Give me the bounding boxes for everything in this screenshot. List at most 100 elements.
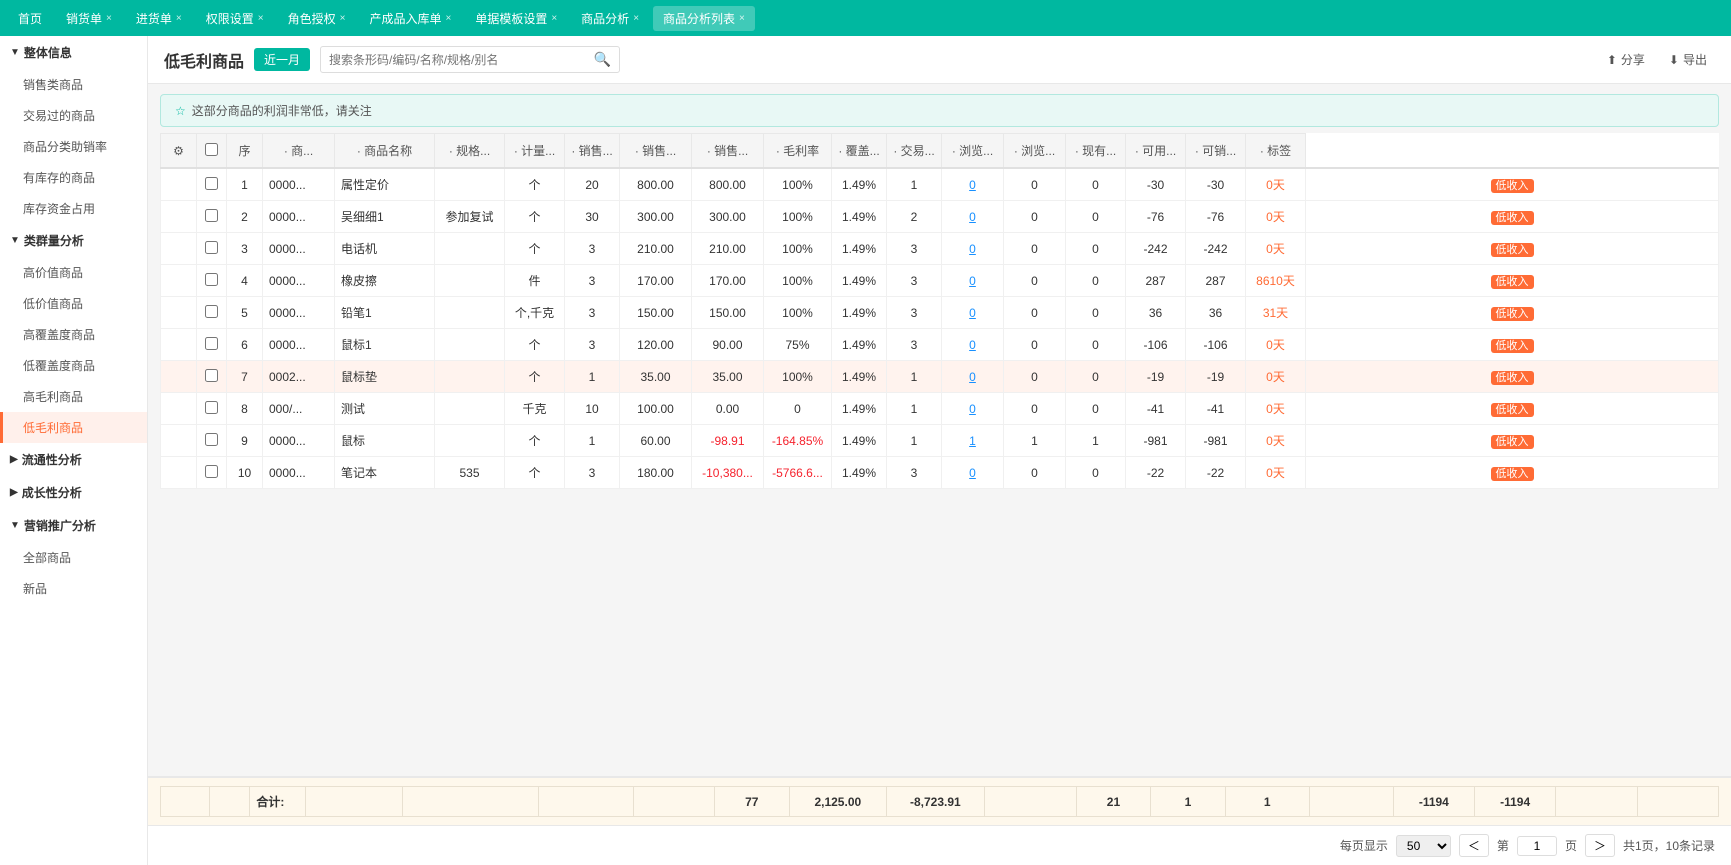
sidebar-item-high-coverage[interactable]: 高覆盖度商品 [0,319,147,350]
row-check-9[interactable] [197,457,227,489]
row-checkbox-5[interactable] [205,337,218,350]
row-checkbox-3[interactable] [205,273,218,286]
nav-product-analysis-list-close[interactable]: × [739,13,745,24]
row-settings-7 [161,393,197,425]
totals-spacer9 [1556,787,1637,817]
col-stock3[interactable]: · 可销... [1186,134,1246,169]
col-price1[interactable]: · 销售... [620,134,692,169]
col-qty[interactable]: · 销售... [565,134,620,169]
col-unit[interactable]: · 计量... [505,134,565,169]
col-price2[interactable]: · 销售... [692,134,764,169]
row-checkbox-7[interactable] [205,401,218,414]
nav-sales-close[interactable]: × [106,13,112,24]
row-check-0[interactable] [197,168,227,201]
sidebar-item-inventory-funds[interactable]: 库存资金占用 [0,193,147,224]
row-checkbox-0[interactable] [205,177,218,190]
row-trade-4[interactable]: 0 [942,297,1004,329]
page-input[interactable] [1517,836,1557,856]
col-trade[interactable]: · 交易... [887,134,942,169]
sidebar-item-in-stock[interactable]: 有库存的商品 [0,162,147,193]
next-page-button[interactable]: ＞ [1585,834,1615,857]
nav-permissions[interactable]: 权限设置 × [196,6,274,31]
nav-purchase-close[interactable]: × [176,13,182,24]
row-check-8[interactable] [197,425,227,457]
row-trade-3[interactable]: 0 [942,265,1004,297]
col-spec[interactable]: · 规格... [435,134,505,169]
row-check-1[interactable] [197,201,227,233]
col-name[interactable]: · 商品名称 [335,134,435,169]
search-input[interactable] [329,53,590,67]
sidebar-item-high-value[interactable]: 高价值商品 [0,257,147,288]
sidebar-item-low-value[interactable]: 低价值商品 [0,288,147,319]
nav-roles-close[interactable]: × [340,13,346,24]
row-check-5[interactable] [197,329,227,361]
table-container[interactable]: ⚙ 序 · 商... · 商品名称 · 规格... · 计量... · 销售..… [148,133,1731,776]
table-row: 5 0000... 铅笔1 个,千克 3 150.00 150.00 100% … [161,297,1719,329]
row-trade-9[interactable]: 0 [942,457,1004,489]
col-cover[interactable]: · 覆盖... [832,134,887,169]
col-browse2[interactable]: · 浏览... [1004,134,1066,169]
row-trade-1[interactable]: 0 [942,201,1004,233]
row-trade-7[interactable]: 0 [942,393,1004,425]
export-button[interactable]: ⬇ 导出 [1661,47,1715,72]
sidebar-item-low-coverage[interactable]: 低覆盖度商品 [0,350,147,381]
date-filter-button[interactable]: 近一月 [254,48,310,71]
page-size-select[interactable]: 50 100 200 [1396,835,1451,857]
row-check-4[interactable] [197,297,227,329]
sidebar-item-new-products[interactable]: 新品 [0,573,147,604]
row-trade-6[interactable]: 0 [942,361,1004,393]
col-code[interactable]: · 商... [263,134,335,169]
row-trade-2[interactable]: 0 [942,233,1004,265]
row-days-3: 8610天 [1246,265,1306,297]
sidebar-item-low-margin[interactable]: 低毛利商品 [0,412,147,443]
row-check-7[interactable] [197,393,227,425]
row-check-6[interactable] [197,361,227,393]
nav-product-entry-close[interactable]: × [445,13,451,24]
nav-product-entry[interactable]: 产成品入库单 × [359,6,461,31]
sidebar-group-general[interactable]: ▼ 整体信息 [0,36,147,69]
col-browse1[interactable]: · 浏览... [942,134,1004,169]
sidebar-group-flow[interactable]: ▶ 流通性分析 [0,443,147,476]
sidebar-item-sales-products[interactable]: 销售类商品 [0,69,147,100]
sidebar-group-growth[interactable]: ▶ 成长性分析 [0,476,147,509]
col-check-all[interactable] [197,134,227,169]
col-settings[interactable]: ⚙ [161,134,197,169]
nav-template-close[interactable]: × [551,13,557,24]
row-checkbox-4[interactable] [205,305,218,318]
row-checkbox-9[interactable] [205,465,218,478]
nav-sales[interactable]: 销货单 × [56,6,122,31]
nav-template[interactable]: 单据模板设置 × [465,6,567,31]
sidebar-item-high-margin[interactable]: 高毛利商品 [0,381,147,412]
search-icon[interactable]: 🔍 [594,51,611,68]
sidebar-group-marketing[interactable]: ▼ 营销推广分析 [0,509,147,542]
row-trade-8[interactable]: 1 [942,425,1004,457]
nav-product-analysis[interactable]: 商品分析 × [571,6,649,31]
row-checkbox-8[interactable] [205,433,218,446]
check-all-checkbox[interactable] [205,143,218,156]
row-checkbox-2[interactable] [205,241,218,254]
row-checkbox-6[interactable] [205,369,218,382]
row-check-3[interactable] [197,265,227,297]
row-check-2[interactable] [197,233,227,265]
nav-roles[interactable]: 角色授权 × [278,6,356,31]
row-trade-0[interactable]: 0 [942,168,1004,201]
share-button[interactable]: ⬆ 分享 [1599,47,1653,72]
prev-page-button[interactable]: ＜ [1459,834,1489,857]
sidebar-item-category-sales[interactable]: 商品分类助销率 [0,131,147,162]
nav-product-analysis-close[interactable]: × [633,13,639,24]
page-title: 低毛利商品 [164,48,244,72]
nav-permissions-close[interactable]: × [258,13,264,24]
col-tag[interactable]: · 标签 [1246,134,1306,169]
col-stock2[interactable]: · 可用... [1126,134,1186,169]
col-stock1[interactable]: · 现有... [1066,134,1126,169]
col-margin[interactable]: · 毛利率 [764,134,832,169]
nav-home[interactable]: 首页 [8,6,52,31]
nav-product-analysis-list[interactable]: 商品分析列表 × [653,6,755,31]
row-trade-5[interactable]: 0 [942,329,1004,361]
row-checkbox-1[interactable] [205,209,218,222]
sidebar-group-cluster[interactable]: ▼ 类群量分析 [0,224,147,257]
nav-purchase[interactable]: 进货单 × [126,6,192,31]
sidebar-item-traded[interactable]: 交易过的商品 [0,100,147,131]
row-browse2-2: 0 [1066,233,1126,265]
sidebar-item-all-products[interactable]: 全部商品 [0,542,147,573]
